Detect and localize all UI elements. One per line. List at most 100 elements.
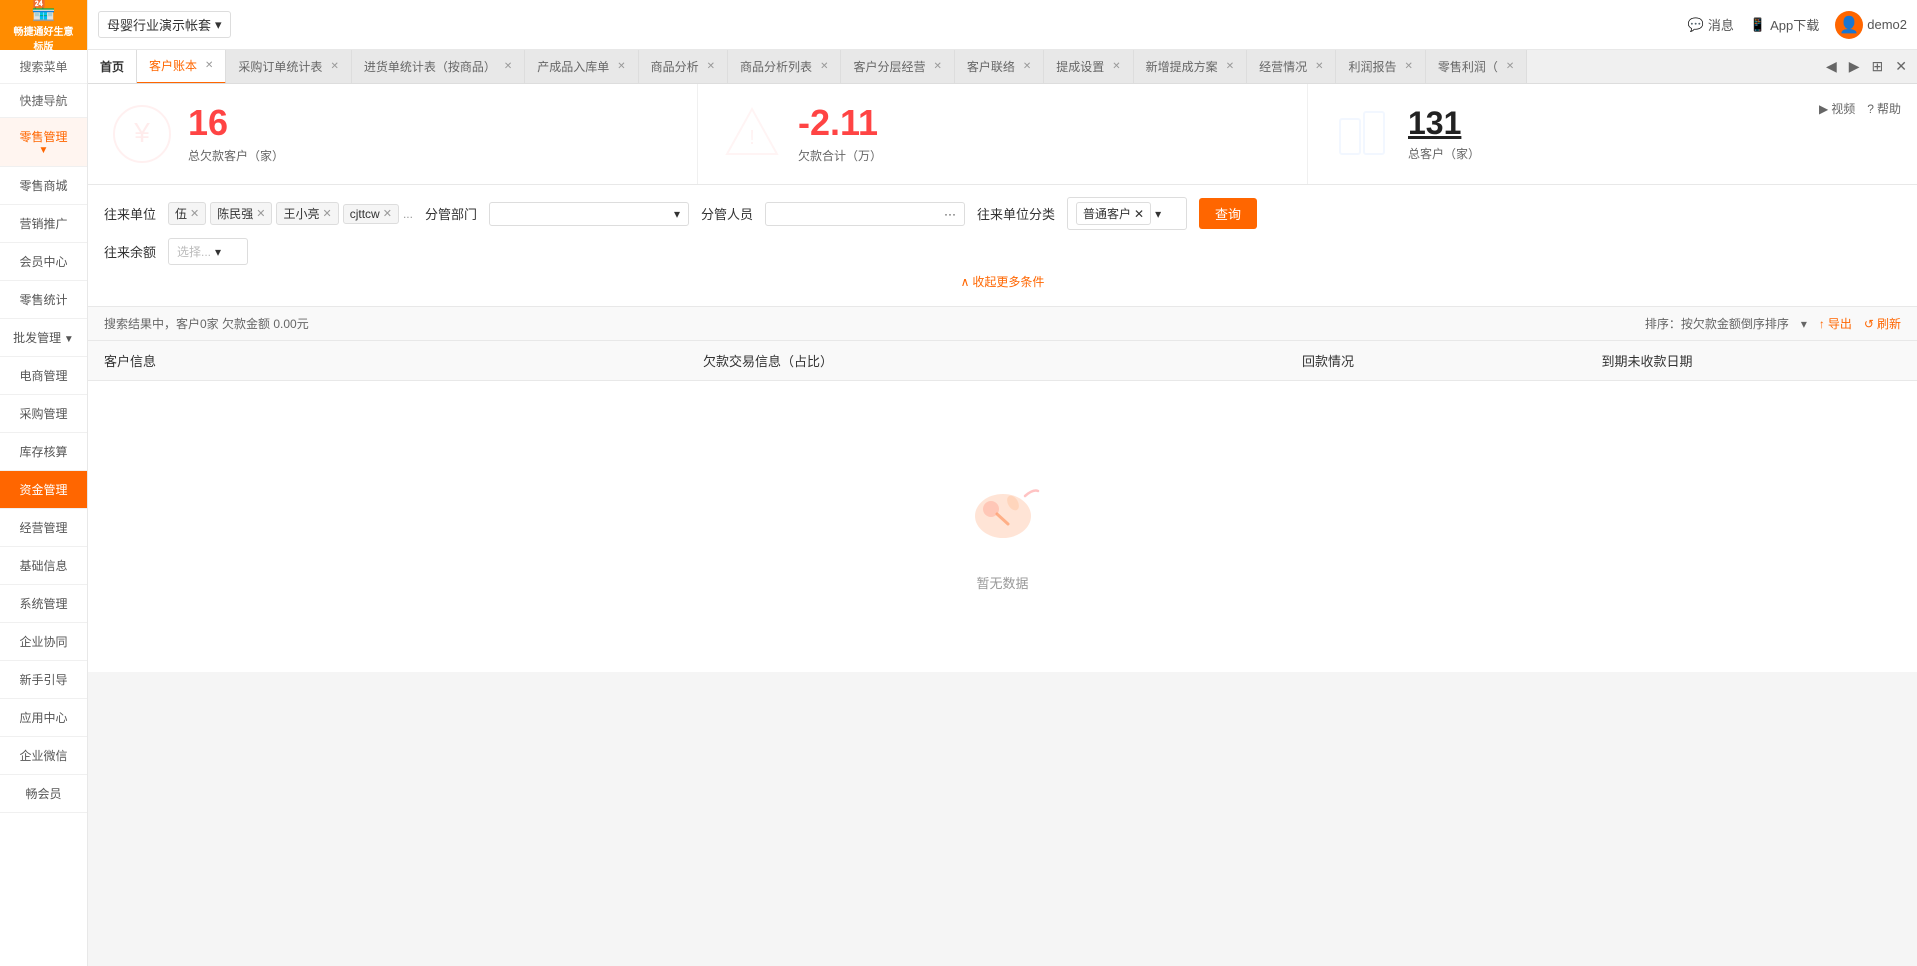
tab-scroll-right-button[interactable]: ▶ — [1845, 56, 1864, 77]
sidebar-item-member[interactable]: 畅会员 — [0, 775, 87, 813]
tab-close-icon[interactable]: ✕ — [933, 61, 941, 72]
tab-close-icon[interactable]: ✕ — [1315, 61, 1323, 72]
balance-input[interactable]: 选择... ▾ — [168, 238, 248, 265]
tab-purchase-order[interactable]: 采购订单统计表 ✕ — [226, 50, 351, 84]
sidebar-item-marketing[interactable]: 营销推广 — [0, 205, 87, 243]
sidebar-item-newbie-guide[interactable]: 新手引导 — [0, 661, 87, 699]
sidebar-item-purchase[interactable]: 采购管理 — [0, 395, 87, 433]
sidebar-item-retail-manage[interactable]: 零售管理 ▼ — [0, 118, 87, 167]
video-button[interactable]: ▶ 视频 — [1819, 100, 1855, 117]
help-button[interactable]: ? 帮助 — [1867, 100, 1901, 117]
stat-total-customers: ¥ 16 总欠款客户（家） — [88, 84, 698, 184]
filter-tag-chenminqiang[interactable]: 陈民强 ✕ — [210, 202, 272, 225]
stats-row: ¥ 16 总欠款客户（家） ! -2.11 欠款合计 — [88, 84, 1917, 185]
user-avatar-button[interactable]: 👤 demo2 — [1835, 11, 1907, 39]
tab-cost-entry[interactable]: 产成品入库单 ✕ — [525, 50, 638, 84]
sidebar-item-inventory[interactable]: 库存核算 — [0, 433, 87, 471]
sidebar-search[interactable]: 搜索菜单 — [0, 50, 87, 84]
sidebar-item-operations[interactable]: 经营管理 — [0, 509, 87, 547]
results-actions: 排序：按欠款金额倒序排序 ▾ ↑ 导出 ↺ 刷新 — [1645, 315, 1901, 332]
help-icon: ? — [1867, 102, 1874, 116]
sort-label: 排序：按欠款金额倒序排序 — [1645, 315, 1789, 332]
customers-icon: ¥ — [112, 104, 172, 164]
tab-close-icon[interactable]: ✕ — [205, 60, 213, 71]
filter-area: 往来单位 伍 ✕ 陈民强 ✕ 王小亮 ✕ cjttcw — [88, 185, 1917, 307]
top-nav-right: 💬 消息 📱 App下载 👤 demo2 — [1688, 11, 1907, 39]
unit-category-tag-close[interactable]: ✕ — [1134, 207, 1144, 221]
sidebar-item-finance[interactable]: 资金管理 — [0, 471, 87, 509]
unit-category-label: 往来单位分类 — [977, 204, 1055, 223]
filter-tag-wu[interactable]: 伍 ✕ — [168, 202, 206, 225]
tab-close-all-button[interactable]: ✕ — [1891, 56, 1911, 77]
query-button[interactable]: 查询 — [1199, 198, 1257, 229]
filter-tag-wangxiaoliang[interactable]: 王小亮 ✕ — [276, 202, 338, 225]
sidebar-item-retail-mall[interactable]: 零售商城 — [0, 167, 87, 205]
col-payment-status: 回款情况 — [1302, 351, 1602, 370]
company-name: 母婴行业演示帐套 — [107, 15, 211, 34]
filter-more-tags[interactable]: ... — [403, 207, 413, 221]
sidebar-item-app-center[interactable]: 应用中心 — [0, 699, 87, 737]
tab-close-icon[interactable]: ✕ — [707, 61, 715, 72]
tag-close-wangxiaoliang[interactable]: ✕ — [323, 207, 332, 220]
video-icon: ▶ — [1819, 102, 1828, 116]
tab-scroll-left-button[interactable]: ◀ — [1822, 56, 1841, 77]
sidebar-item-enterprise-collab[interactable]: 企业协同 — [0, 623, 87, 661]
tab-product-analysis-list[interactable]: 商品分析列表 ✕ — [728, 50, 841, 84]
message-button[interactable]: 💬 消息 — [1688, 15, 1734, 34]
sidebar-quick-nav[interactable]: 快捷导航 — [0, 84, 87, 118]
tab-close-icon[interactable]: ✕ — [1405, 61, 1413, 72]
tag-close-wu[interactable]: ✕ — [190, 207, 199, 220]
tab-customer-accounts[interactable]: 客户账本 ✕ — [137, 50, 226, 84]
table-header: 客户信息 欠款交易信息（占比） 回款情况 到期未收款日期 — [88, 341, 1917, 381]
export-button[interactable]: ↑ 导出 — [1819, 315, 1852, 332]
company-selector[interactable]: 母婴行业演示帐套 ▾ — [98, 11, 231, 38]
all-customers-label: 总客户（家） — [1408, 145, 1480, 162]
tab-expand-button[interactable]: ⊞ — [1868, 56, 1888, 77]
tag-close-chenminqiang[interactable]: ✕ — [256, 207, 265, 220]
tab-close-icon[interactable]: ✕ — [1112, 61, 1120, 72]
tag-close-cjttcw[interactable]: ✕ — [383, 207, 392, 220]
tab-promotion-settings[interactable]: 提成设置 ✕ — [1044, 50, 1133, 84]
tab-close-icon[interactable]: ✕ — [617, 61, 625, 72]
tab-business-status[interactable]: 经营情况 ✕ — [1247, 50, 1336, 84]
tab-product-analysis[interactable]: 商品分析 ✕ — [639, 50, 728, 84]
sidebar-item-basic-info[interactable]: 基础信息 — [0, 547, 87, 585]
filter-tags: 伍 ✕ 陈民强 ✕ 王小亮 ✕ cjttcw ✕ ... — [168, 202, 413, 225]
chevron-down-icon: ▾ — [1155, 207, 1161, 221]
unit-category-selector[interactable]: 普通客户 ✕ ▾ — [1067, 197, 1187, 230]
tab-retail-profit[interactable]: 零售利润（ ✕ — [1426, 50, 1527, 84]
top-nav: 母婴行业演示帐套 ▾ 💬 消息 📱 App下载 👤 demo2 — [88, 0, 1917, 50]
tab-close-icon[interactable]: ✕ — [504, 61, 512, 72]
tab-new-promotion[interactable]: 新增提成方案 ✕ — [1134, 50, 1247, 84]
sidebar-item-ecommerce[interactable]: 电商管理 — [0, 357, 87, 395]
stats-right-buttons: ▶ 视频 ? 帮助 — [1819, 100, 1901, 117]
export-icon: ↑ — [1819, 317, 1825, 331]
tab-customer-segment[interactable]: 客户分层经营 ✕ — [841, 50, 954, 84]
segment-dept-selector[interactable]: ▾ — [489, 202, 689, 226]
collapse-button[interactable]: ∧ 收起更多条件 — [961, 273, 1045, 290]
app-download-button[interactable]: 📱 App下载 — [1750, 15, 1819, 34]
segment-person-selector[interactable]: ··· — [765, 202, 965, 226]
sidebar-item-enterprise-wechat[interactable]: 企业微信 — [0, 737, 87, 775]
tab-close-icon[interactable]: ✕ — [1226, 61, 1234, 72]
tab-close-icon[interactable]: ✕ — [820, 61, 828, 72]
sidebar-item-system[interactable]: 系统管理 — [0, 585, 87, 623]
tab-close-icon[interactable]: ✕ — [1506, 61, 1514, 72]
tab-purchase-stats[interactable]: 进货单统计表（按商品） ✕ — [352, 50, 525, 84]
tab-close-icon[interactable]: ✕ — [330, 61, 338, 72]
stat-total-debt: ! -2.11 欠款合计（万） — [698, 84, 1308, 184]
filter-tag-cjttcw[interactable]: cjttcw ✕ — [343, 204, 399, 224]
tab-customer-contact[interactable]: 客户联络 ✕ — [955, 50, 1044, 84]
refresh-button[interactable]: ↺ 刷新 — [1864, 315, 1901, 332]
tab-profit-report[interactable]: 利润报告 ✕ — [1336, 50, 1425, 84]
svg-text:¥: ¥ — [133, 117, 150, 148]
total-customers-label: 总欠款客户（家） — [188, 147, 284, 164]
sidebar-item-member-center[interactable]: 会员中心 — [0, 243, 87, 281]
download-icon: 📱 — [1750, 17, 1766, 33]
tab-home[interactable]: 首页 — [88, 50, 137, 84]
chevron-down-icon: ▾ — [674, 207, 680, 221]
sidebar-item-wholesale[interactable]: 批发管理 ▼ — [0, 319, 87, 357]
empty-text: 暂无数据 — [976, 573, 1028, 592]
tab-close-icon[interactable]: ✕ — [1023, 61, 1031, 72]
sidebar-item-retail-stats[interactable]: 零售统计 — [0, 281, 87, 319]
